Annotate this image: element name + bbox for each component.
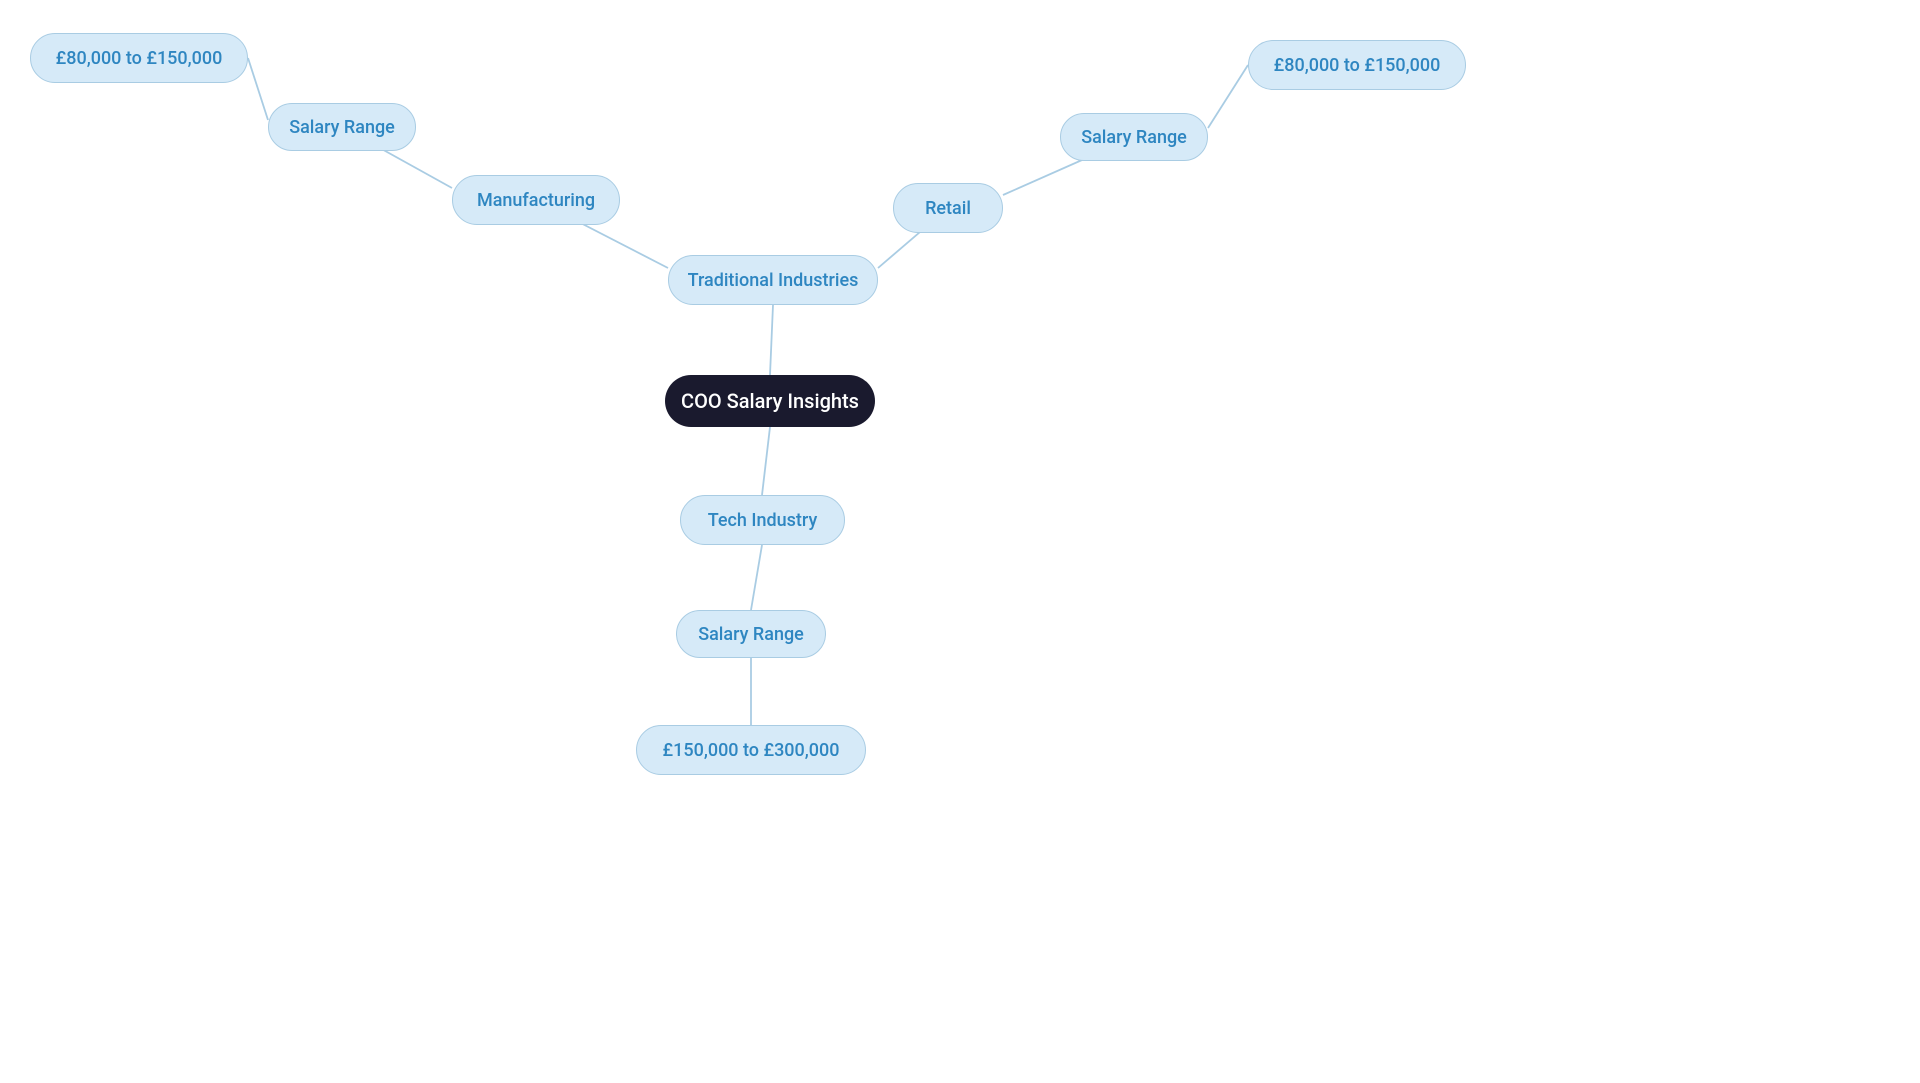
retail-salary-value-node[interactable]: £80,000 to £150,000 (1248, 40, 1466, 90)
retail-node[interactable]: Retail (893, 183, 1003, 233)
salary-range-retail-node[interactable]: Salary Range (1060, 113, 1208, 161)
tech-industry-node[interactable]: Tech Industry (680, 495, 845, 545)
traditional-industries-node[interactable]: Traditional Industries (668, 255, 878, 305)
coo-salary-insights-node[interactable]: COO Salary Insights (665, 375, 875, 427)
manufacturing-salary-value-node[interactable]: £80,000 to £150,000 (30, 33, 248, 83)
tech-salary-value-node[interactable]: £150,000 to £300,000 (636, 725, 866, 775)
salary-range-tech-node[interactable]: Salary Range (676, 610, 826, 658)
manufacturing-node[interactable]: Manufacturing (452, 175, 620, 225)
salary-range-manufacturing-node[interactable]: Salary Range (268, 103, 416, 151)
